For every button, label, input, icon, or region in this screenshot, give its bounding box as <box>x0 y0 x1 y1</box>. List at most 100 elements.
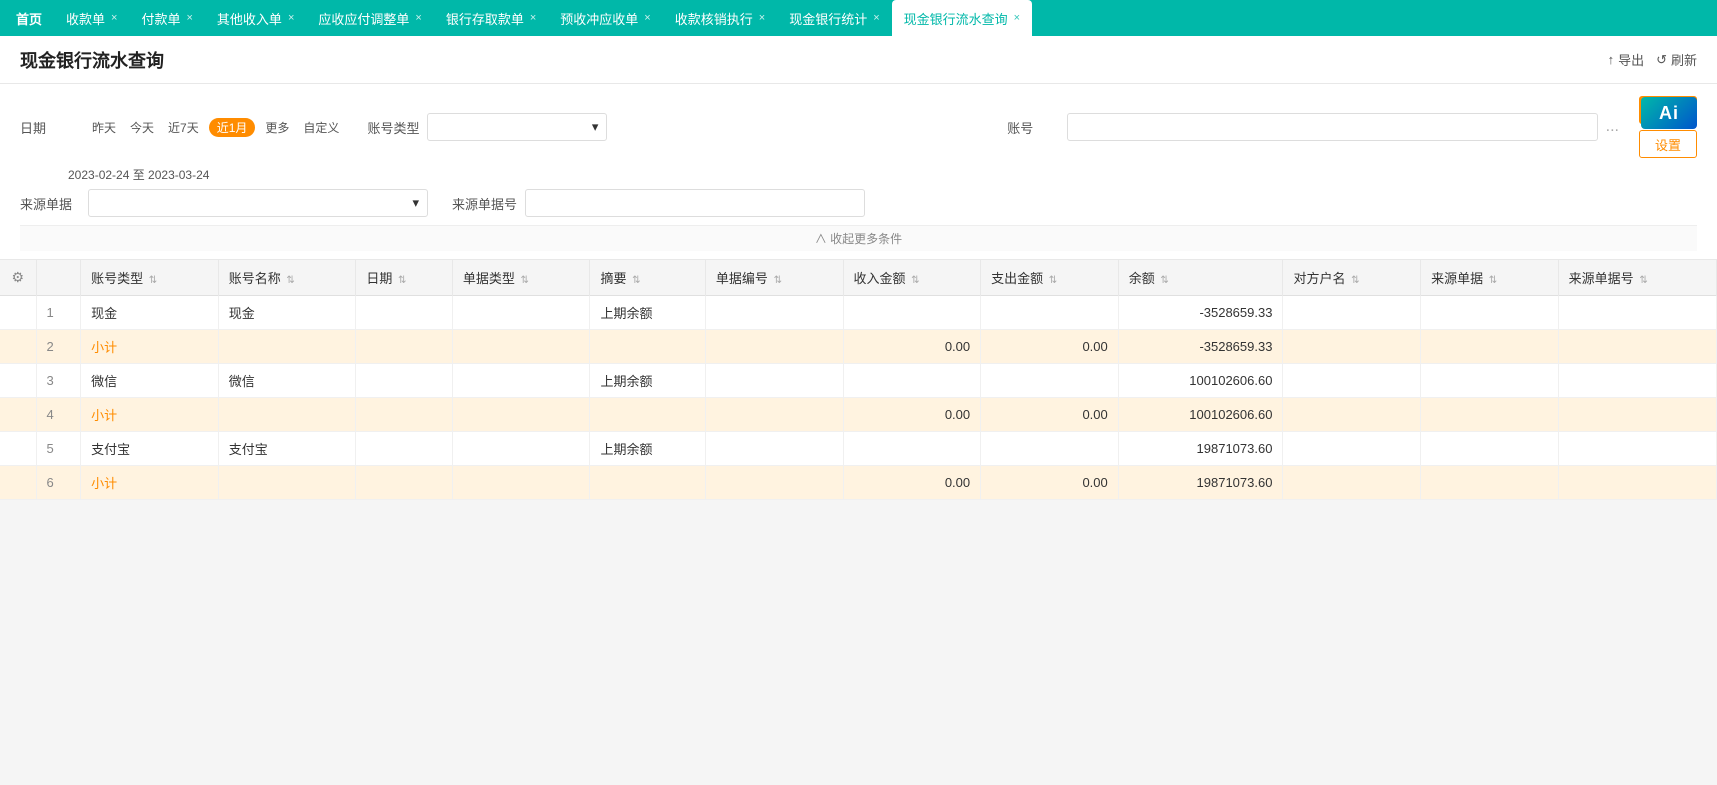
source-doc-num-input[interactable] <box>525 189 865 217</box>
account-type-group: 账号类型 ▾ <box>367 113 983 141</box>
cell-source_doc <box>1421 398 1559 432</box>
nav-home[interactable]: 首页 <box>4 0 54 36</box>
col-income[interactable]: 收入金额 ⇅ <box>843 260 981 296</box>
col-counterpart[interactable]: 对方户名 ⇅ <box>1283 260 1421 296</box>
table-row[interactable]: 5支付宝支付宝上期余额19871073.60 <box>0 432 1717 466</box>
cell-doc_type <box>452 364 590 398</box>
close-icon[interactable]: × <box>530 12 536 24</box>
close-icon[interactable]: × <box>186 12 192 24</box>
nav-tab-receipt-verify[interactable]: 收款核销执行 × <box>663 0 777 36</box>
cell-income: 0.00 <box>843 330 981 364</box>
account-input[interactable] <box>1067 113 1597 141</box>
cell-counterpart <box>1283 296 1421 330</box>
date-options: 昨天 今天 近7天 近1月 更多 自定义 <box>88 118 343 137</box>
nav-tab-cash-bank-stats[interactable]: 现金银行统计 × <box>777 0 891 36</box>
cell-source_doc_num <box>1558 466 1716 500</box>
sort-icon: ⇅ <box>632 275 640 286</box>
cell-doc_num <box>705 364 843 398</box>
account-type-select[interactable]: ▾ <box>427 113 607 141</box>
cell-counterpart <box>1283 330 1421 364</box>
refresh-icon: ↺ <box>1656 52 1667 68</box>
cell-expense <box>981 432 1119 466</box>
row-index: 4 <box>36 398 81 432</box>
close-icon[interactable]: × <box>873 12 879 24</box>
cell-source_doc <box>1421 466 1559 500</box>
close-icon[interactable]: × <box>288 12 294 24</box>
col-date[interactable]: 日期 ⇅ <box>356 260 453 296</box>
ai-badge[interactable]: Ai <box>1641 97 1697 129</box>
settings-button[interactable]: 设置 <box>1639 130 1697 158</box>
col-account-type[interactable]: 账号类型 ⇅ <box>81 260 219 296</box>
cell-doc_type <box>452 466 590 500</box>
close-icon[interactable]: × <box>111 12 117 24</box>
table-container: ⚙ 账号类型 ⇅ 账号名称 ⇅ 日期 ⇅ 单据类型 ⇅ <box>0 260 1717 500</box>
date-opt-yesterday[interactable]: 昨天 <box>88 118 120 137</box>
table-row[interactable]: 1现金现金上期余额-3528659.33 <box>0 296 1717 330</box>
col-source-doc[interactable]: 来源单据 ⇅ <box>1421 260 1559 296</box>
cell-doc_num <box>705 398 843 432</box>
cell-date <box>356 432 453 466</box>
table-row[interactable]: 3微信微信上期余额100102606.60 <box>0 364 1717 398</box>
row-index: 3 <box>36 364 81 398</box>
source-doc-select[interactable]: ▾ <box>88 189 428 217</box>
close-icon[interactable]: × <box>1014 12 1020 24</box>
date-opt-more[interactable]: 更多 <box>261 118 293 137</box>
cell-source_doc <box>1421 364 1559 398</box>
cell-account_type: 小计 <box>81 330 219 364</box>
date-opt-1month[interactable]: 近1月 <box>209 118 256 137</box>
export-button[interactable]: ↑ 导出 <box>1608 50 1645 69</box>
refresh-button[interactable]: ↺ 刷新 <box>1656 50 1697 69</box>
date-opt-7days[interactable]: 近7天 <box>164 118 203 137</box>
cell-date <box>356 364 453 398</box>
cell-account_type: 小计 <box>81 466 219 500</box>
filter-area: 日期 昨天 今天 近7天 近1月 更多 自定义 账号类型 ▾ <box>0 84 1717 260</box>
cell-expense <box>981 364 1119 398</box>
col-doc-num[interactable]: 单据编号 ⇅ <box>705 260 843 296</box>
page-title: 现金银行流水查询 <box>20 47 164 73</box>
nav-tab-receipts[interactable]: 收款单 × <box>54 0 129 36</box>
nav-tab-cash-bank-flow[interactable]: 现金银行流水查询 × <box>892 0 1032 36</box>
collapse-bar[interactable]: ∧ 收起更多条件 <box>20 225 1697 251</box>
row-gear-cell <box>0 432 36 466</box>
nav-tab-ar-ap-adjust[interactable]: 应收应付调整单 × <box>306 0 433 36</box>
table-row[interactable]: 2小计0.000.00-3528659.33 <box>0 330 1717 364</box>
date-opt-custom[interactable]: 自定义 <box>299 118 343 137</box>
sort-icon: ⇅ <box>1351 275 1359 286</box>
close-icon[interactable]: × <box>644 12 650 24</box>
cell-counterpart <box>1283 432 1421 466</box>
row-gear-cell <box>0 330 36 364</box>
cell-counterpart <box>1283 466 1421 500</box>
table-row[interactable]: 4小计0.000.00100102606.60 <box>0 398 1717 432</box>
col-source-doc-num[interactable]: 来源单据号 ⇅ <box>1558 260 1716 296</box>
col-account-name[interactable]: 账号名称 ⇅ <box>218 260 356 296</box>
more-dots-icon[interactable]: ... <box>1606 118 1619 136</box>
table-row[interactable]: 6小计0.000.0019871073.60 <box>0 466 1717 500</box>
sort-icon: ⇅ <box>1639 275 1647 286</box>
cell-expense: 0.00 <box>981 398 1119 432</box>
nav-tab-advance-offset[interactable]: 预收冲应收单 × <box>548 0 662 36</box>
col-expense[interactable]: 支出金额 ⇅ <box>981 260 1119 296</box>
col-doc-type[interactable]: 单据类型 ⇅ <box>452 260 590 296</box>
cell-account_name <box>218 330 356 364</box>
cell-summary: 上期余额 <box>590 296 705 330</box>
gear-icon[interactable]: ⚙ <box>11 269 24 285</box>
nav-tab-other-income[interactable]: 其他收入单 × <box>205 0 306 36</box>
close-icon[interactable]: × <box>415 12 421 24</box>
source-doc-label: 来源单据 <box>20 194 80 213</box>
chevron-down-icon: ▾ <box>412 195 419 211</box>
cell-summary: 上期余额 <box>590 364 705 398</box>
cell-source_doc <box>1421 432 1559 466</box>
row-gear-cell <box>0 466 36 500</box>
nav-tab-payments[interactable]: 付款单 × <box>129 0 204 36</box>
sort-icon: ⇅ <box>521 275 529 286</box>
chevron-down-icon: ▾ <box>592 119 599 135</box>
date-opt-today[interactable]: 今天 <box>126 118 158 137</box>
cell-account_name: 支付宝 <box>218 432 356 466</box>
nav-tab-bank-deposit[interactable]: 银行存取款单 × <box>434 0 548 36</box>
source-doc-num-label: 来源单据号 <box>452 194 517 213</box>
col-summary[interactable]: 摘要 ⇅ <box>590 260 705 296</box>
date-filter-group: 日期 昨天 今天 近7天 近1月 更多 自定义 <box>20 118 343 137</box>
col-balance[interactable]: 余额 ⇅ <box>1118 260 1283 296</box>
cell-doc_type <box>452 296 590 330</box>
close-icon[interactable]: × <box>759 12 765 24</box>
